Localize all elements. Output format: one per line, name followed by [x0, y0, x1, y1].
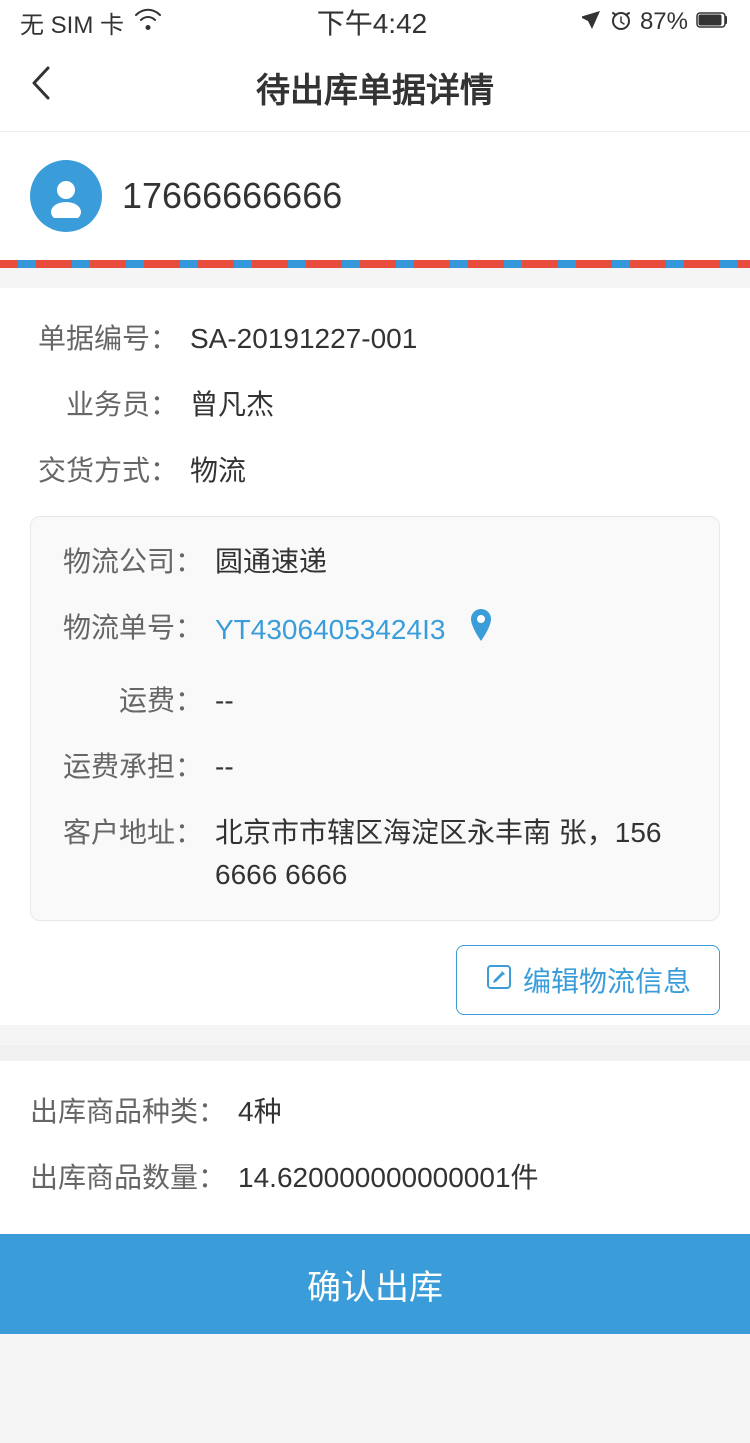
- customer-header: 17666666666: [0, 132, 750, 260]
- freight-bear-label: 运费承担：: [55, 746, 215, 788]
- goods-section: 出库商品种类： 4种 出库商品数量： 14.620000000000001件: [0, 1061, 750, 1229]
- location-indicator: [582, 8, 602, 37]
- freight-row: 运费： --: [55, 680, 695, 722]
- bottom-spacer: [0, 1323, 750, 1443]
- document-label: 单据编号：: [30, 318, 190, 360]
- company-value: 圆通速递: [215, 541, 695, 583]
- staff-label: 业务员：: [30, 384, 190, 426]
- edit-btn-row: 编辑物流信息: [30, 921, 720, 1015]
- delivery-value: 物流: [190, 450, 720, 492]
- back-button[interactable]: [30, 64, 90, 111]
- section-divider: [0, 1045, 750, 1061]
- dashed-divider: [0, 260, 750, 268]
- carrier-label: 无 SIM 卡: [20, 5, 124, 40]
- page-title: 待出库单据详情: [256, 63, 494, 112]
- address-value: 北京市市辖区海淀区永丰南 张，156 6666 6666: [215, 812, 695, 896]
- customer-phone: 17666666666: [122, 175, 342, 217]
- avatar: [30, 160, 102, 232]
- staff-row: 业务员： 曾凡杰: [30, 384, 720, 426]
- alarm-icon: [610, 8, 632, 37]
- confirm-button[interactable]: 确认出库: [0, 1234, 750, 1334]
- document-row: 单据编号： SA-20191227-001: [30, 318, 720, 360]
- basic-info-section: 单据编号： SA-20191227-001 业务员： 曾凡杰 交货方式： 物流 …: [0, 288, 750, 1025]
- delivery-row: 交货方式： 物流: [30, 450, 720, 492]
- tracking-value: YT43064053424I3: [215, 607, 695, 656]
- edit-icon: [485, 963, 513, 998]
- goods-type-label: 出库商品种类：: [30, 1091, 238, 1133]
- nav-bar: 待出库单据详情: [0, 44, 750, 132]
- company-row: 物流公司： 圆通速递: [55, 541, 695, 583]
- tracking-row: 物流单号： YT43064053424I3: [55, 607, 695, 656]
- delivery-label: 交货方式：: [30, 450, 190, 492]
- freight-value: --: [215, 680, 695, 722]
- edit-logistics-button[interactable]: 编辑物流信息: [456, 945, 720, 1015]
- status-bar: 无 SIM 卡 下午4:42 87%: [0, 0, 750, 44]
- staff-value: 曾凡杰: [190, 384, 720, 426]
- wifi-icon: [134, 8, 162, 37]
- company-label: 物流公司：: [55, 541, 215, 583]
- freight-bear-value: --: [215, 746, 695, 788]
- tracking-label: 物流单号：: [55, 607, 215, 649]
- logistics-card: 物流公司： 圆通速递 物流单号： YT43064053424I3 运费： -- …: [30, 516, 720, 921]
- goods-qty-value: 14.620000000000001件: [238, 1157, 720, 1199]
- status-left: 无 SIM 卡: [20, 5, 162, 40]
- goods-qty-label: 出库商品数量：: [30, 1157, 238, 1199]
- status-right: 87%: [582, 8, 730, 37]
- location-icon[interactable]: [465, 607, 497, 656]
- freight-label: 运费：: [55, 680, 215, 722]
- goods-qty-row: 出库商品数量： 14.620000000000001件: [30, 1157, 720, 1199]
- address-row: 客户地址： 北京市市辖区海淀区永丰南 张，156 6666 6666: [55, 812, 695, 896]
- battery-label: 87%: [640, 8, 688, 36]
- address-label: 客户地址：: [55, 812, 215, 854]
- goods-type-row: 出库商品种类： 4种: [30, 1091, 720, 1133]
- goods-type-value: 4种: [238, 1091, 720, 1133]
- confirm-label: 确认出库: [307, 1260, 443, 1309]
- edit-logistics-label: 编辑物流信息: [523, 960, 691, 1000]
- freight-bear-row: 运费承担： --: [55, 746, 695, 788]
- status-time: 下午4:42: [317, 2, 428, 42]
- document-value: SA-20191227-001: [190, 318, 720, 360]
- battery-icon: [696, 8, 730, 36]
